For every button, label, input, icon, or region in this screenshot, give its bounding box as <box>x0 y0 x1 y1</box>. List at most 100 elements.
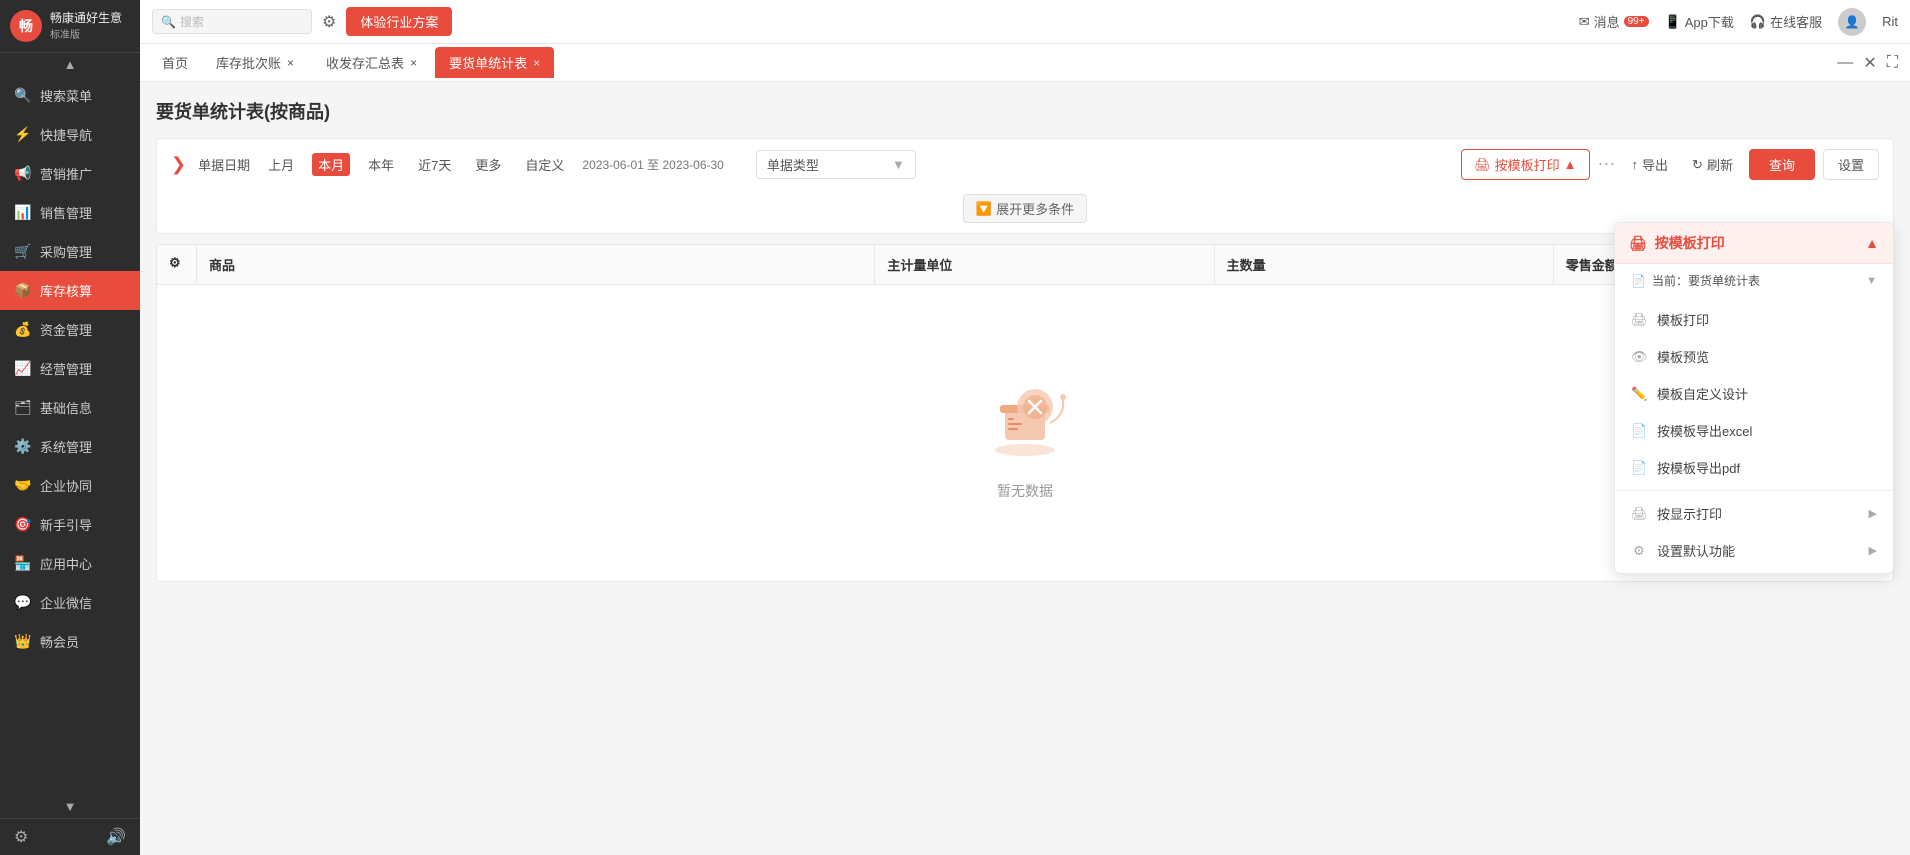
dropdown-header-controls: ▲ <box>1865 235 1879 251</box>
dropdown-item-template-print[interactable]: 🖨 模板打印 <box>1615 301 1893 338</box>
filter-toggle-icon[interactable]: ❯ <box>171 154 186 175</box>
tab-order-stats[interactable]: 要货单统计表 × <box>435 47 554 78</box>
expand-more-btn[interactable]: 🔽 展开更多条件 <box>963 194 1087 223</box>
date-btn-this-month[interactable]: 本月 <box>312 153 350 176</box>
sidebar-item-quick-nav[interactable]: ⚡快捷导航 <box>0 115 140 154</box>
tab-order-stats-close[interactable]: × <box>533 56 540 70</box>
dropdown-item-template-excel[interactable]: 📄 按模板导出excel <box>1615 412 1893 449</box>
sidebar-item-search[interactable]: 🔍搜索菜单 <box>0 76 140 115</box>
dropdown-item-display-print[interactable]: 🖨 按显示打印 ▶ <box>1615 495 1893 532</box>
print-arrow-icon: ▲ <box>1564 157 1577 172</box>
tab-inventory-batch-close[interactable]: × <box>287 56 294 70</box>
expand-row: 🔽 展开更多条件 <box>171 188 1879 223</box>
tabs-bar: 首页 库存批次账 × 收发存汇总表 × 要货单统计表 × — ✕ ⛶ <box>140 44 1910 82</box>
query-button[interactable]: 查询 <box>1749 149 1815 180</box>
date-btn-more[interactable]: 更多 <box>469 153 507 176</box>
expand-icon: 🔽 <box>976 201 992 217</box>
appstore-icon: 🏪 <box>14 555 32 572</box>
dropdown-item-template-preview[interactable]: 👁 模板预览 <box>1615 338 1893 375</box>
dropdown-collapse-icon[interactable]: ▲ <box>1865 235 1879 251</box>
window-minimize-button[interactable]: — <box>1837 54 1853 72</box>
messages-badge: 99+ <box>1624 16 1649 27</box>
refresh-icon: ↻ <box>1692 157 1703 173</box>
tab-receipt-summary-close[interactable]: × <box>410 56 417 70</box>
date-btn-7days[interactable]: 近7天 <box>412 153 457 176</box>
trial-button[interactable]: 体验行业方案 <box>346 7 452 36</box>
date-btn-custom[interactable]: 自定义 <box>519 153 570 176</box>
finance-icon: 💰 <box>14 321 32 338</box>
sidebar-item-member[interactable]: 👑畅会员 <box>0 622 140 661</box>
doc-type-arrow-icon: ▼ <box>892 157 905 172</box>
set-default-arrow-icon: ▶ <box>1869 544 1877 557</box>
dropdown-item-set-default[interactable]: ⚙ 设置默认功能 ▶ <box>1615 532 1893 569</box>
dropdown-item-template-pdf[interactable]: 📄 按模板导出pdf <box>1615 449 1893 486</box>
content-area: 要货单统计表(按商品) ❯ 单据日期 上月 本月 本年 近7天 更多 自定义 2… <box>140 82 1910 855</box>
app-download-item[interactable]: 📱 App下载 <box>1665 12 1734 31</box>
online-service-item[interactable]: 🎧 在线客服 <box>1750 12 1822 31</box>
inventory-icon: 📦 <box>14 282 32 299</box>
template-preview-label: 模板预览 <box>1657 347 1877 366</box>
th-product: 商品 <box>197 245 875 284</box>
date-btn-this-year[interactable]: 本年 <box>362 153 400 176</box>
sidebar-item-newcomer[interactable]: 🎯新手引导 <box>0 505 140 544</box>
tab-receipt-summary-label: 收发存汇总表 <box>326 53 404 72</box>
sidebar-item-wechat[interactable]: 💬企业微信 <box>0 583 140 622</box>
sidebar-item-finance[interactable]: 💰资金管理 <box>0 310 140 349</box>
template-pdf-label: 按模板导出pdf <box>1657 458 1877 477</box>
newcomer-icon: 🎯 <box>14 516 32 533</box>
header-search-box[interactable]: 🔍 搜索 <box>152 9 312 34</box>
sidebar-item-sales[interactable]: 📊销售管理 <box>0 193 140 232</box>
date-btn-last-month[interactable]: 上月 <box>262 153 300 176</box>
header-right: ✉ 消息 99+ 📱 App下载 🎧 在线客服 👤 Rit <box>1579 8 1898 36</box>
sidebar-item-operation[interactable]: 📈经营管理 <box>0 349 140 388</box>
dropdown-print-icon: 🖨 <box>1629 235 1647 252</box>
export-button[interactable]: ↑ 导出 <box>1624 151 1677 178</box>
tab-inventory-batch[interactable]: 库存批次账 × <box>202 47 308 78</box>
template-custom-icon: ✏️ <box>1631 386 1647 402</box>
tab-receipt-summary[interactable]: 收发存汇总表 × <box>312 47 431 78</box>
sidebar-scroll-down[interactable]: ▼ <box>0 795 140 818</box>
sidebar-item-enterprise[interactable]: 🤝企业协同 <box>0 466 140 505</box>
sidebar-item-system[interactable]: ⚙️系统管理 <box>0 427 140 466</box>
print-template-button[interactable]: 🖨 按模板打印 ▲ <box>1461 149 1589 180</box>
sound-bottom-icon[interactable]: 🔊 <box>106 827 126 847</box>
template-pdf-icon: 📄 <box>1631 460 1647 476</box>
table-settings-button[interactable]: 设置 <box>1823 149 1879 180</box>
doc-type-select[interactable]: 单据类型 ▼ <box>756 150 916 179</box>
member-icon: 👑 <box>14 633 32 650</box>
user-name: Rit <box>1882 14 1898 29</box>
marketing-icon: 📢 <box>14 165 32 182</box>
template-print-label: 模板打印 <box>1657 310 1877 329</box>
purchase-icon: 🛒 <box>14 243 32 260</box>
dropdown-item-template-custom[interactable]: ✏️ 模板自定义设计 <box>1615 375 1893 412</box>
refresh-button[interactable]: ↻ 刷新 <box>1684 151 1741 178</box>
download-icon: 📱 <box>1665 14 1681 30</box>
sidebar-item-purchase[interactable]: 🛒采购管理 <box>0 232 140 271</box>
current-template-row: 📄 当前：要货单统计表 ▼ <box>1615 264 1893 297</box>
more-options-icon[interactable]: ⋯ <box>1598 154 1616 175</box>
tab-home[interactable]: 首页 <box>152 47 198 78</box>
sidebar-item-basic[interactable]: 🗂基础信息 <box>0 388 140 427</box>
window-close-button[interactable]: ✕ <box>1863 53 1876 73</box>
sidebar-item-marketing[interactable]: 📢营销推广 <box>0 154 140 193</box>
settings-bottom-icon[interactable]: ⚙ <box>14 827 28 847</box>
sidebar-scroll-up[interactable]: ▲ <box>0 53 140 76</box>
enterprise-icon: 🤝 <box>14 477 32 494</box>
wechat-icon: 💬 <box>14 594 32 611</box>
doc-type-label: 单据类型 <box>767 155 888 174</box>
header-gear-icon[interactable]: ⚙ <box>322 12 336 32</box>
th-settings[interactable]: ⚙ <box>157 245 197 284</box>
print-icon: 🖨 <box>1474 157 1491 173</box>
messages-item[interactable]: ✉ 消息 99+ <box>1579 12 1649 31</box>
dropdown-section-2: 🖨 按显示打印 ▶ ⚙ 设置默认功能 ▶ <box>1615 491 1893 573</box>
template-preview-icon: 👁 <box>1631 349 1647 365</box>
logo-icon: 畅 <box>10 10 42 42</box>
sidebar-item-inventory[interactable]: 📦库存核算 <box>0 271 140 310</box>
th-quantity: 主数量 <box>1215 245 1554 284</box>
sidebar-item-appstore[interactable]: 🏪应用中心 <box>0 544 140 583</box>
window-maximize-button[interactable]: ⛶ <box>1887 54 1898 72</box>
set-default-icon: ⚙ <box>1631 543 1647 559</box>
tab-inventory-batch-label: 库存批次账 <box>216 53 281 72</box>
avatar[interactable]: 👤 <box>1838 8 1866 36</box>
basic-icon: 🗂 <box>14 399 32 416</box>
